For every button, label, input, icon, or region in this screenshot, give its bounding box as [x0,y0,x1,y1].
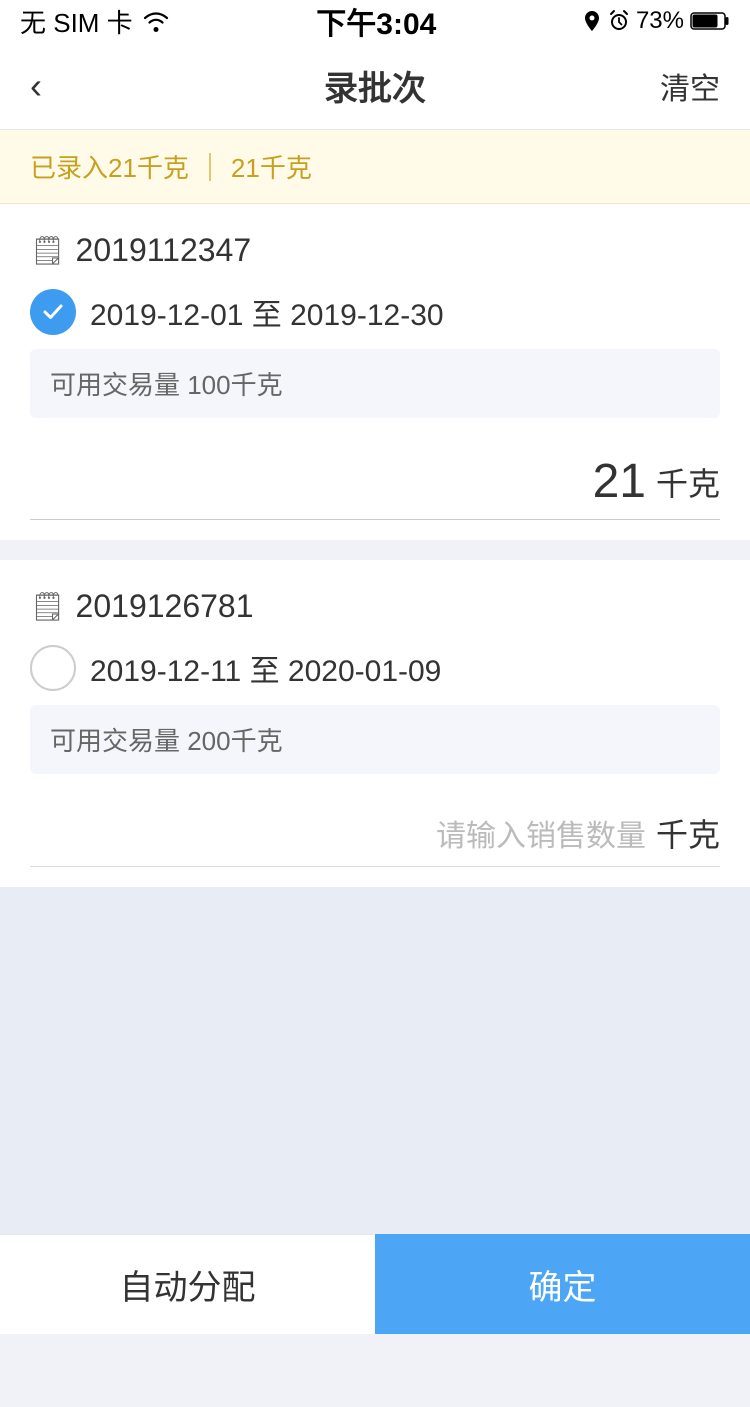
nav-bar: ‹ 录批次 清空 [0,42,750,130]
recorded-value: 21千克 [231,148,312,185]
auto-distribute-label: 自动分配 [120,1260,256,1309]
quantity-value-1[interactable]: 21 [593,454,646,509]
clear-button[interactable]: 清空 [660,64,720,108]
alarm-icon [608,9,630,33]
batch-date-2: 2019-12-11 至 2020-01-09 [90,646,441,690]
radio-selected-1[interactable] [30,289,76,335]
batch-date-1: 2019-12-01 至 2019-12-30 [90,290,444,334]
bottom-bar: 自动分配 确定 [0,1234,750,1334]
available-text-1: 可用交易量 100千克 [50,370,283,400]
location-icon [582,9,602,33]
input-row-2: 请输入销售数量 千克 [0,794,750,866]
batch-date-row-2[interactable]: 2019-12-11 至 2020-01-09 [0,635,750,705]
input-unit-2: 千克 [656,810,720,856]
auto-distribute-button[interactable]: 自动分配 [0,1234,375,1334]
batch-icon-2: 🗒 [30,590,66,623]
batch-item-1: 🗒 2019112347 2019-12-01 至 2019-12-30 可用交… [0,204,750,540]
confirm-button[interactable]: 确定 [375,1234,750,1334]
no-sim-text: 无 SIM 卡 [20,3,133,40]
confirm-label: 确定 [529,1260,597,1309]
batch-icon-1: 🗒 [30,234,66,267]
available-box-1: 可用交易量 100千克 [30,349,720,418]
batch-date-row-1[interactable]: 2019-12-01 至 2019-12-30 [0,279,750,349]
recorded-label: 已录入21千克 [30,148,189,185]
info-divider [209,153,211,181]
quantity-row-1: 21 千克 [0,438,750,519]
radio-unselected-2[interactable] [30,645,76,691]
info-banner: 已录入21千克 21千克 [0,130,750,204]
batch-id-1: 2019112347 [76,232,252,269]
battery-text: 73% [636,7,684,35]
status-right: 73% [582,7,730,35]
quantity-unit-1: 千克 [656,459,720,505]
batch-header-2: 🗒 2019126781 [0,560,750,635]
status-left: 无 SIM 卡 [20,3,171,40]
wifi-icon [141,10,171,32]
section-divider [0,540,750,560]
input-placeholder-2: 请输入销售数量 [436,811,646,855]
status-time: 下午3:04 [316,0,436,43]
status-bar: 无 SIM 卡 下午3:04 73% [0,0,750,42]
available-text-2: 可用交易量 200千克 [50,726,283,756]
back-button[interactable]: ‹ [30,65,90,107]
batch-header-1: 🗒 2019112347 [0,204,750,279]
batch-item-2: 🗒 2019126781 2019-12-11 至 2020-01-09 可用交… [0,560,750,887]
page-title: 录批次 [324,61,426,110]
available-box-2: 可用交易量 200千克 [30,705,720,774]
battery-icon [690,11,730,31]
batch-id-2: 2019126781 [76,588,254,625]
